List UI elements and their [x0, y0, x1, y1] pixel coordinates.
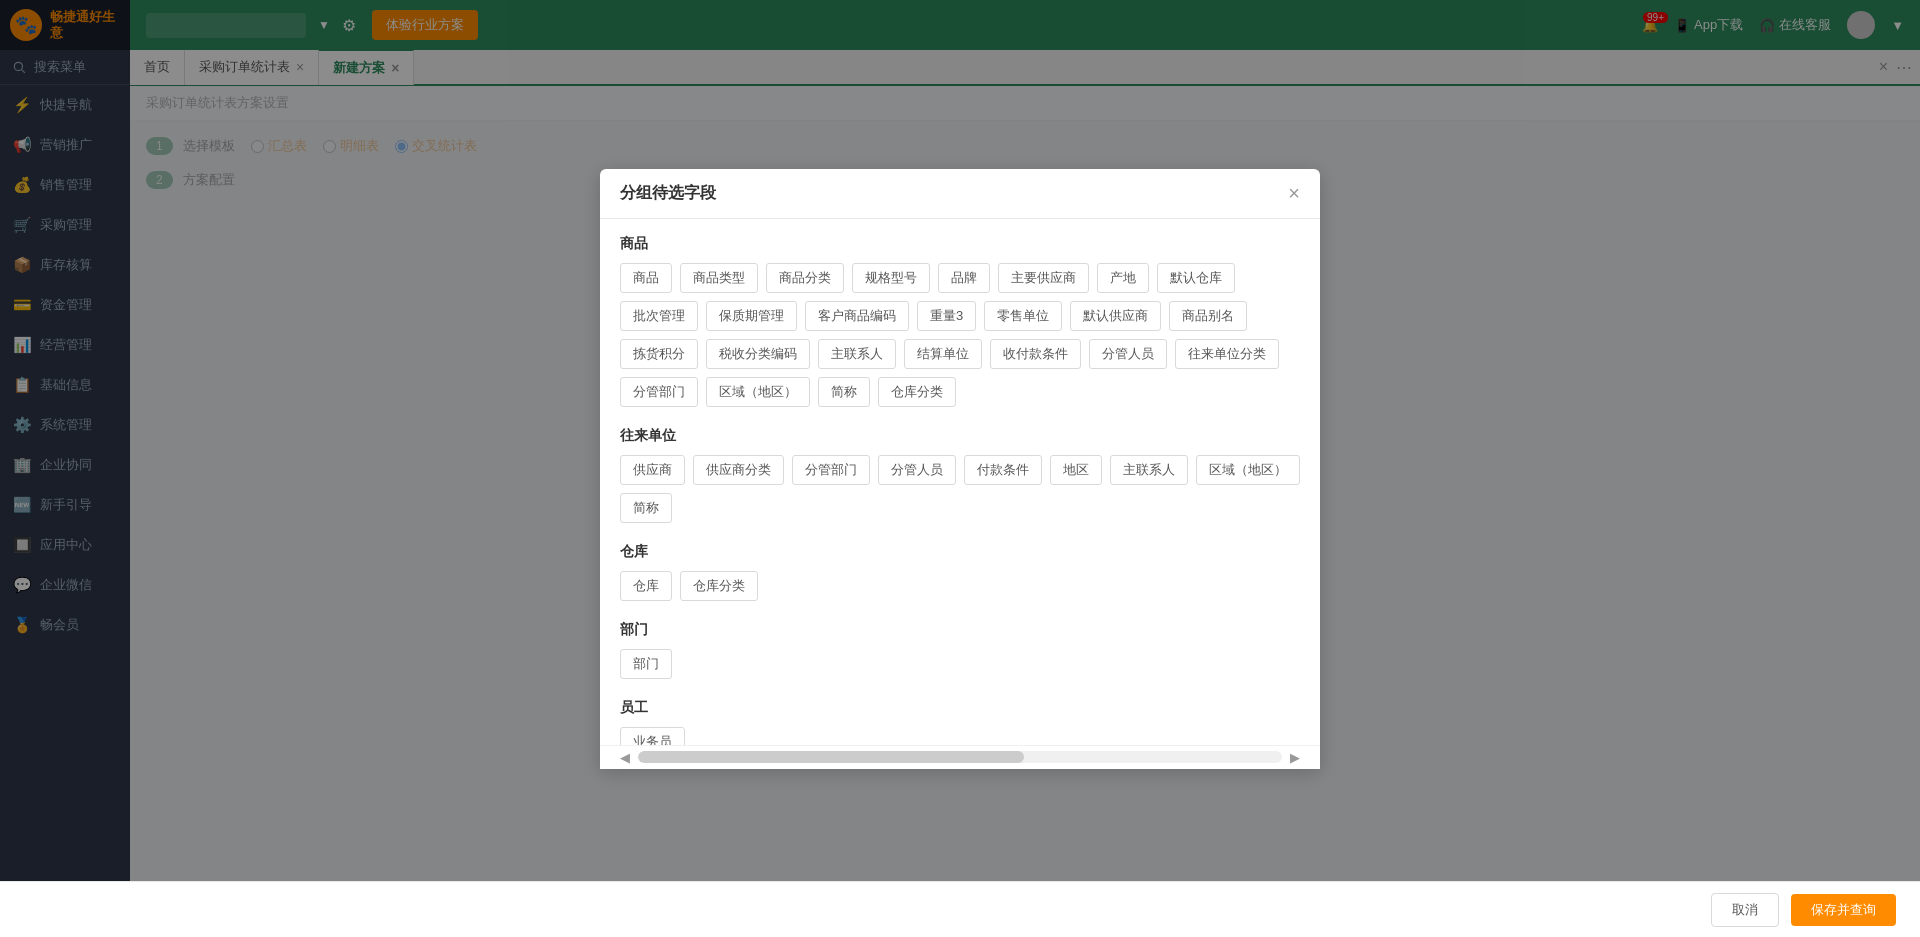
field-tag-默认供应商[interactable]: 默认供应商: [1070, 301, 1161, 331]
field-tags-department: 部门: [620, 649, 1300, 679]
cancel-button[interactable]: 取消: [1711, 893, 1779, 927]
field-tag-分管人员[interactable]: 分管人员: [878, 455, 956, 485]
field-tag-分管人员[interactable]: 分管人员: [1089, 339, 1167, 369]
field-tag-默认仓库[interactable]: 默认仓库: [1157, 263, 1235, 293]
field-tag-分管部门[interactable]: 分管部门: [620, 377, 698, 407]
field-tag-商品分类[interactable]: 商品分类: [766, 263, 844, 293]
section-department: 部门部门: [620, 621, 1300, 679]
field-tag-主要供应商[interactable]: 主要供应商: [998, 263, 1089, 293]
field-tag-客户商品编码[interactable]: 客户商品编码: [805, 301, 909, 331]
section-title-employee: 员工: [620, 699, 1300, 717]
field-tag-保质期管理[interactable]: 保质期管理: [706, 301, 797, 331]
modal-header: 分组待选字段 ×: [600, 169, 1320, 219]
section-employee: 员工业务员: [620, 699, 1300, 745]
field-tag-仓库分类[interactable]: 仓库分类: [878, 377, 956, 407]
field-tag-品牌[interactable]: 品牌: [938, 263, 990, 293]
modal-body[interactable]: 商品商品商品类型商品分类规格型号品牌主要供应商产地默认仓库批次管理保质期管理客户…: [600, 219, 1320, 745]
modal-close-btn[interactable]: ×: [1288, 183, 1300, 203]
field-tags-product: 商品商品类型商品分类规格型号品牌主要供应商产地默认仓库批次管理保质期管理客户商品…: [620, 263, 1300, 407]
field-tags-warehouse: 仓库仓库分类: [620, 571, 1300, 601]
field-tag-仓库分类[interactable]: 仓库分类: [680, 571, 758, 601]
field-tag-分管部门[interactable]: 分管部门: [792, 455, 870, 485]
section-title-product: 商品: [620, 235, 1300, 253]
modal-overlay: 分组待选字段 × 商品商品商品类型商品分类规格型号品牌主要供应商产地默认仓库批次…: [0, 0, 1920, 937]
field-tag-商品类型[interactable]: 商品类型: [680, 263, 758, 293]
field-tag-地区[interactable]: 地区: [1050, 455, 1102, 485]
section-partner: 往来单位供应商供应商分类分管部门分管人员付款条件地区主联系人区域（地区） 简称: [620, 427, 1300, 523]
section-title-warehouse: 仓库: [620, 543, 1300, 561]
field-tag-产地[interactable]: 产地: [1097, 263, 1149, 293]
field-tag-业务员[interactable]: 业务员: [620, 727, 685, 745]
field-tag-主联系人[interactable]: 主联系人: [1110, 455, 1188, 485]
field-tag-商品[interactable]: 商品: [620, 263, 672, 293]
field-tag-批次管理[interactable]: 批次管理: [620, 301, 698, 331]
field-tag-结算单位[interactable]: 结算单位: [904, 339, 982, 369]
field-tags-partner: 供应商供应商分类分管部门分管人员付款条件地区主联系人区域（地区） 简称: [620, 455, 1300, 523]
field-tag-规格型号[interactable]: 规格型号: [852, 263, 930, 293]
field-tag-收付款条件[interactable]: 收付款条件: [990, 339, 1081, 369]
field-tag-供应商分类[interactable]: 供应商分类: [693, 455, 784, 485]
field-tag-往来单位分类[interactable]: 往来单位分类: [1175, 339, 1279, 369]
scrollbar-thumb: [638, 751, 1024, 763]
modal-scrollbar-row: ◀ ▶: [600, 745, 1320, 769]
field-tag-区域（地区）[interactable]: 区域（地区）: [706, 377, 810, 407]
horizontal-scrollbar[interactable]: [638, 751, 1282, 763]
scrollbar-left-arrow[interactable]: ◀: [620, 750, 630, 765]
field-tag-简称[interactable]: 简称: [818, 377, 870, 407]
field-tag-商品别名[interactable]: 商品别名: [1169, 301, 1247, 331]
field-tag-税收分类编码[interactable]: 税收分类编码: [706, 339, 810, 369]
modal: 分组待选字段 × 商品商品商品类型商品分类规格型号品牌主要供应商产地默认仓库批次…: [600, 169, 1320, 769]
field-tag-重量3[interactable]: 重量3: [917, 301, 976, 331]
section-title-partner: 往来单位: [620, 427, 1300, 445]
section-product: 商品商品商品类型商品分类规格型号品牌主要供应商产地默认仓库批次管理保质期管理客户…: [620, 235, 1300, 407]
field-tag-主联系人[interactable]: 主联系人: [818, 339, 896, 369]
field-tag-付款条件[interactable]: 付款条件: [964, 455, 1042, 485]
section-warehouse: 仓库仓库仓库分类: [620, 543, 1300, 601]
section-title-department: 部门: [620, 621, 1300, 639]
field-tags-employee: 业务员: [620, 727, 1300, 745]
field-tag-拣货积分[interactable]: 拣货积分: [620, 339, 698, 369]
field-tag-供应商[interactable]: 供应商: [620, 455, 685, 485]
scrollbar-right-arrow[interactable]: ▶: [1290, 750, 1300, 765]
field-tag-零售单位[interactable]: 零售单位: [984, 301, 1062, 331]
modal-title: 分组待选字段: [620, 183, 716, 204]
confirm-button[interactable]: 保存并查询: [1791, 894, 1896, 926]
field-tag-简称[interactable]: 简称: [620, 493, 672, 523]
field-tag-仓库[interactable]: 仓库: [620, 571, 672, 601]
field-tag-部门[interactable]: 部门: [620, 649, 672, 679]
field-tag-区域（地区）[interactable]: 区域（地区）: [1196, 455, 1300, 485]
modal-footer: 取消 保存并查询: [0, 881, 1920, 937]
